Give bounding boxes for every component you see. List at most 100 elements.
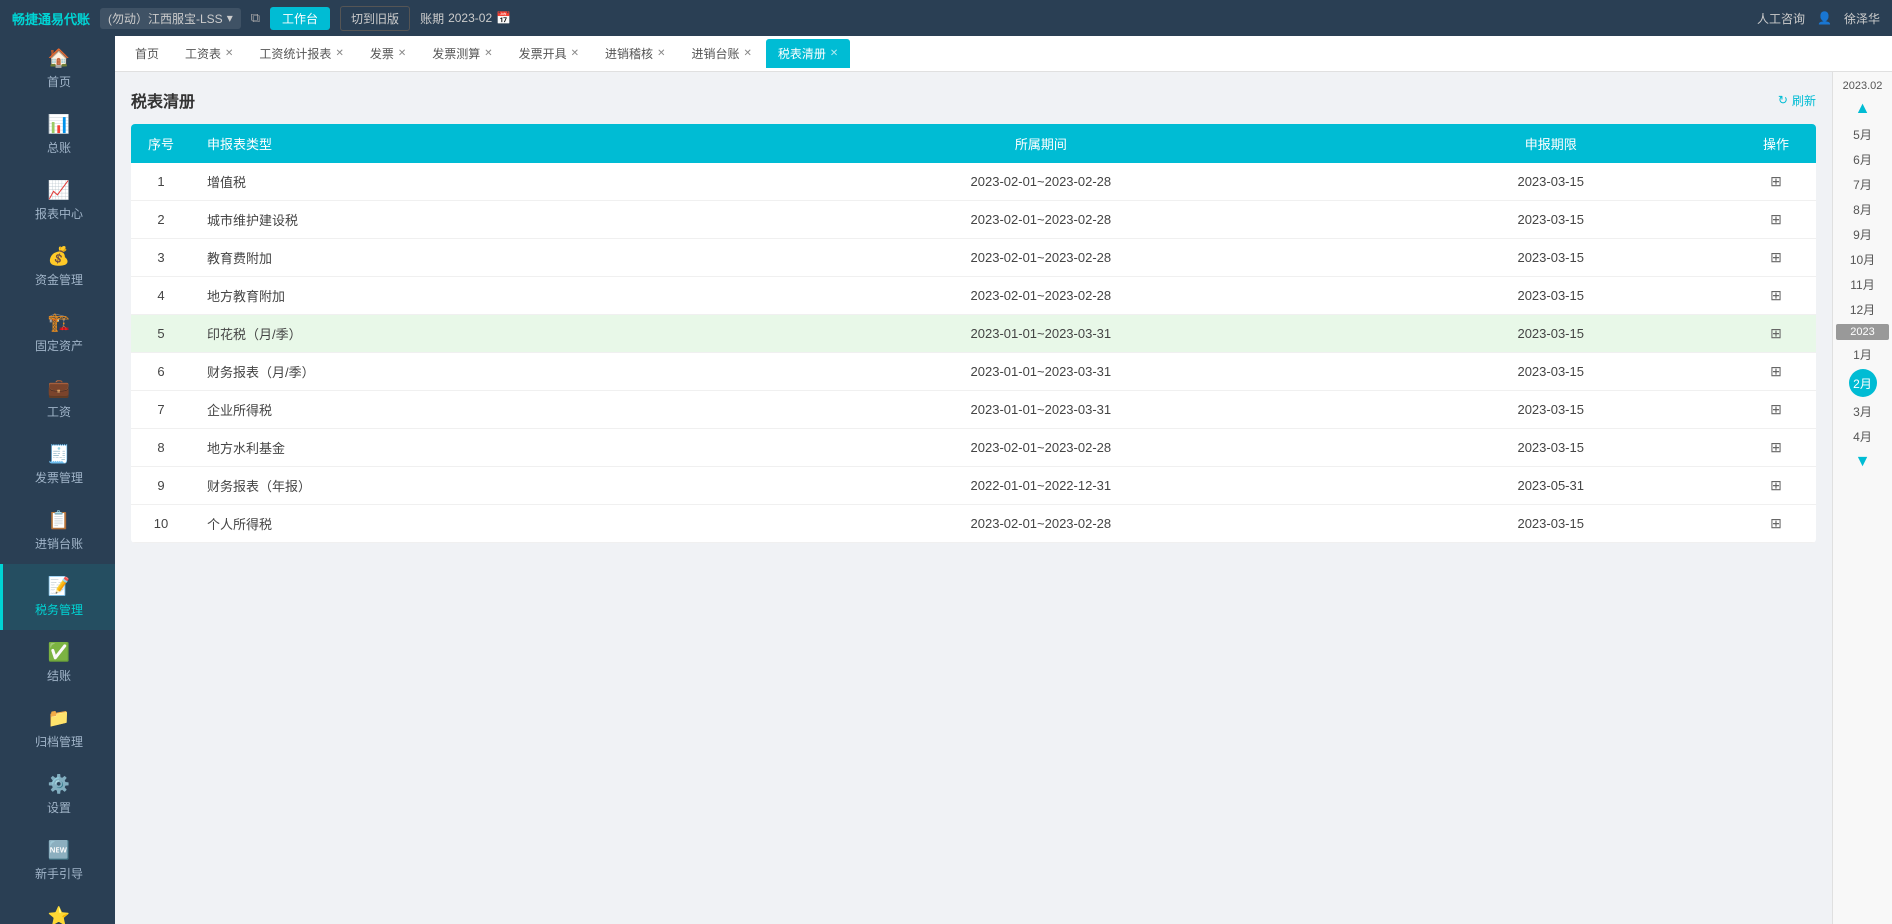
action-icon[interactable]: ⊞ — [1770, 249, 1782, 265]
date-up-button[interactable]: ▲ — [1851, 96, 1875, 122]
tab-invoice-close[interactable]: ✕ — [398, 48, 406, 59]
date-month-5[interactable]: 5月 — [1833, 122, 1892, 147]
action-icon[interactable]: ⊞ — [1770, 173, 1782, 189]
tab-salary-stat-close[interactable]: ✕ — [335, 48, 343, 59]
period-value: 2023-02 — [448, 11, 492, 25]
sidebar-item-settings[interactable]: ⚙️ 设置 — [0, 762, 115, 828]
date-month-6[interactable]: 6月 — [1833, 147, 1892, 172]
cell-no: 8 — [131, 429, 191, 467]
action-icon[interactable]: ⊞ — [1770, 477, 1782, 493]
tab-invoice-calc[interactable]: 发票测算 ✕ — [420, 39, 504, 68]
action-icon[interactable]: ⊞ — [1770, 401, 1782, 417]
company-selector[interactable]: (勿动）江西服宝-LSS ▾ — [100, 8, 241, 29]
tab-home[interactable]: 首页 — [123, 39, 171, 68]
cell-type: 财务报表（月/季） — [191, 353, 716, 391]
tab-salary-table-label: 工资表 — [185, 45, 221, 62]
action-icon[interactable]: ⊞ — [1770, 363, 1782, 379]
sidebar-item-report-label: 报表中心 — [35, 205, 83, 222]
date-month-9[interactable]: 9月 — [1833, 222, 1892, 247]
table-header-row: 序号 申报表类型 所属期间 申报期限 操作 — [131, 124, 1816, 163]
cell-action[interactable]: ⊞ — [1736, 505, 1816, 543]
col-type: 申报表类型 — [191, 124, 716, 163]
tab-sales-ledger[interactable]: 进销台账 ✕ — [679, 39, 763, 68]
page-content: 税表清册 ↻ 刷新 序号 申报表类型 所属期间 申报期限 操作 — [115, 72, 1832, 924]
sidebar-item-settle[interactable]: ✅ 结账 — [0, 630, 115, 696]
tab-salary-stat[interactable]: 工资统计报表 ✕ — [247, 39, 355, 68]
tab-sales-check[interactable]: 进销稽核 ✕ — [593, 39, 677, 68]
sidebar-item-member[interactable]: ⭐ 畅会员 — [0, 894, 115, 924]
cell-action[interactable]: ⊞ — [1736, 277, 1816, 315]
tab-home-label: 首页 — [135, 45, 159, 62]
tab-invoice-open-close[interactable]: ✕ — [571, 48, 579, 59]
sidebar-item-report[interactable]: 📈 报表中心 — [0, 168, 115, 234]
sidebar-item-guide[interactable]: 🆕 新手引导 — [0, 828, 115, 894]
tab-salary-table[interactable]: 工资表 ✕ — [173, 39, 245, 68]
action-icon[interactable]: ⊞ — [1770, 325, 1782, 341]
tab-sales-ledger-close[interactable]: ✕ — [743, 48, 751, 59]
cell-action[interactable]: ⊞ — [1736, 201, 1816, 239]
sidebar-item-home[interactable]: 🏠 首页 — [0, 36, 115, 102]
cell-type: 地方教育附加 — [191, 277, 716, 315]
sidebar-item-invoice[interactable]: 🧾 发票管理 — [0, 432, 115, 498]
asset-icon: 🏗️ — [48, 312, 70, 333]
cell-action[interactable]: ⊞ — [1736, 467, 1816, 505]
date-month-8[interactable]: 8月 — [1833, 197, 1892, 222]
sidebar-item-ledger[interactable]: 📊 总账 — [0, 102, 115, 168]
cell-action[interactable]: ⊞ — [1736, 353, 1816, 391]
date-month-7[interactable]: 7月 — [1833, 172, 1892, 197]
date-month-12[interactable]: 12月 — [1833, 297, 1892, 322]
tab-tax-list[interactable]: 税表清册 ✕ — [766, 39, 850, 68]
date-month-2-active[interactable]: 2月 — [1849, 369, 1877, 397]
main-layout: 🏠 首页 📊 总账 📈 报表中心 💰 资金管理 🏗️ 固定资产 💼 工资 🧾 发… — [0, 36, 1892, 924]
date-month-4[interactable]: 4月 — [1833, 424, 1892, 449]
calendar-icon[interactable]: 📅 — [496, 11, 511, 25]
tab-sales-check-label: 进销稽核 — [605, 45, 653, 62]
sidebar-item-fund[interactable]: 💰 资金管理 — [0, 234, 115, 300]
company-name: (勿动）江西服宝-LSS — [108, 10, 223, 27]
sidebar-item-asset[interactable]: 🏗️ 固定资产 — [0, 300, 115, 366]
cell-no: 7 — [131, 391, 191, 429]
switch-old-button[interactable]: 切到旧版 — [340, 6, 410, 31]
cell-type: 城市维护建设税 — [191, 201, 716, 239]
refresh-button[interactable]: ↻ 刷新 — [1778, 92, 1816, 109]
cell-action[interactable]: ⊞ — [1736, 429, 1816, 467]
cell-action[interactable]: ⊞ — [1736, 391, 1816, 429]
user-avatar[interactable]: 👤 — [1817, 11, 1832, 25]
ai-consult-btn[interactable]: 人工咨询 — [1757, 10, 1805, 27]
copy-icon[interactable]: ⧉ — [251, 10, 260, 26]
tab-invoice[interactable]: 发票 ✕ — [358, 39, 418, 68]
tab-invoice-open[interactable]: 发票开具 ✕ — [507, 39, 591, 68]
tab-salary-table-close[interactable]: ✕ — [225, 48, 233, 59]
cell-type: 个人所得税 — [191, 505, 716, 543]
date-month-1[interactable]: 1月 — [1833, 342, 1892, 367]
action-icon[interactable]: ⊞ — [1770, 515, 1782, 531]
sidebar-item-tax[interactable]: 📝 税务管理 — [0, 564, 115, 630]
app-logo: 畅捷通易代账 — [12, 9, 90, 28]
tab-sales-check-close[interactable]: ✕ — [657, 48, 665, 59]
date-month-11[interactable]: 11月 — [1833, 272, 1892, 297]
action-icon[interactable]: ⊞ — [1770, 211, 1782, 227]
date-month-10[interactable]: 10月 — [1833, 247, 1892, 272]
cell-action[interactable]: ⊞ — [1736, 239, 1816, 277]
cell-action[interactable]: ⊞ — [1736, 163, 1816, 201]
action-icon[interactable]: ⊞ — [1770, 439, 1782, 455]
table-row: 4地方教育附加2023-02-01~2023-02-282023-03-15⊞ — [131, 277, 1816, 315]
sidebar-item-archive[interactable]: 📁 归档管理 — [0, 696, 115, 762]
cell-action[interactable]: ⊞ — [1736, 315, 1816, 353]
tab-tax-list-close[interactable]: ✕ — [830, 48, 838, 59]
cell-period: 2023-02-01~2023-02-28 — [716, 505, 1365, 543]
action-icon[interactable]: ⊞ — [1770, 287, 1782, 303]
company-dropdown-icon[interactable]: ▾ — [227, 11, 233, 25]
date-sidebar-header: 2023.02 — [1841, 76, 1885, 96]
sidebar-item-reconcile[interactable]: 📋 进销台账 — [0, 498, 115, 564]
sidebar: 🏠 首页 📊 总账 📈 报表中心 💰 资金管理 🏗️ 固定资产 💼 工资 🧾 发… — [0, 36, 115, 924]
sidebar-item-guide-label: 新手引导 — [35, 865, 83, 882]
tab-invoice-calc-close[interactable]: ✕ — [484, 48, 492, 59]
cell-no: 5 — [131, 315, 191, 353]
cell-period: 2023-02-01~2023-02-28 — [716, 429, 1365, 467]
sidebar-item-salary[interactable]: 💼 工资 — [0, 366, 115, 432]
date-month-3[interactable]: 3月 — [1833, 399, 1892, 424]
workbench-button[interactable]: 工作台 — [270, 7, 330, 30]
date-down-button[interactable]: ▼ — [1851, 449, 1875, 475]
cell-deadline: 2023-03-15 — [1365, 239, 1736, 277]
